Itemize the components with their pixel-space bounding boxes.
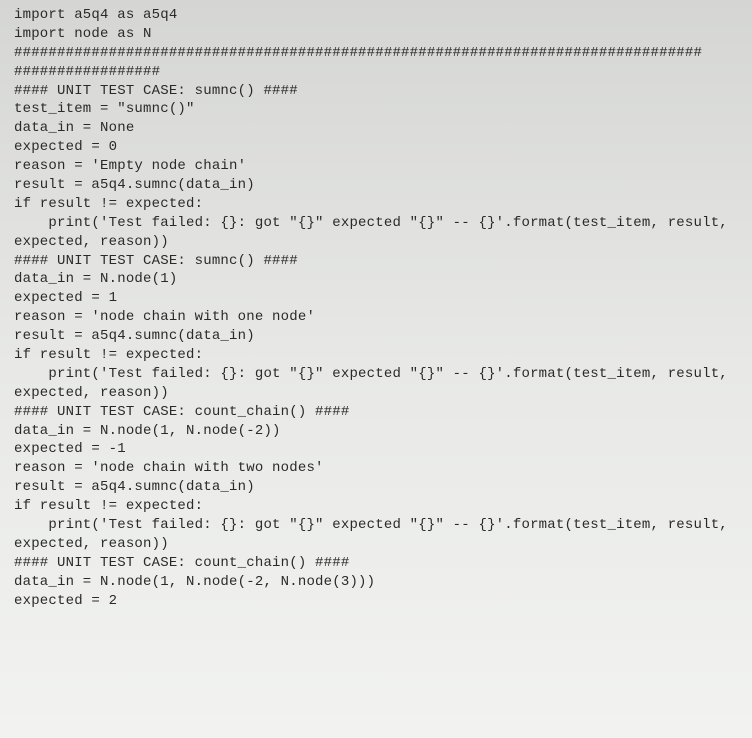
code-line: ################# xyxy=(14,63,738,82)
code-line: #### UNIT TEST CASE: count_chain() #### xyxy=(14,554,738,573)
code-line: expected = 1 xyxy=(14,289,738,308)
code-line: data_in = N.node(1, N.node(-2)) xyxy=(14,422,738,441)
code-line: reason = 'node chain with two nodes' xyxy=(14,459,738,478)
code-line: if result != expected: xyxy=(14,346,738,365)
code-line: result = a5q4.sumnc(data_in) xyxy=(14,327,738,346)
code-line: print('Test failed: {}: got "{}" expecte… xyxy=(14,214,738,233)
code-line: result = a5q4.sumnc(data_in) xyxy=(14,176,738,195)
code-line: expected = -1 xyxy=(14,440,738,459)
code-line: expected, reason)) xyxy=(14,233,738,252)
code-line: ########################################… xyxy=(14,44,738,63)
code-line: result = a5q4.sumnc(data_in) xyxy=(14,478,738,497)
code-line: reason = 'Empty node chain' xyxy=(14,157,738,176)
code-line: reason = 'node chain with one node' xyxy=(14,308,738,327)
code-line: expected, reason)) xyxy=(14,384,738,403)
code-line: print('Test failed: {}: got "{}" expecte… xyxy=(14,516,738,535)
code-line: print('Test failed: {}: got "{}" expecte… xyxy=(14,365,738,384)
code-line: expected = 0 xyxy=(14,138,738,157)
code-line: #### UNIT TEST CASE: sumnc() #### xyxy=(14,82,738,101)
code-line: data_in = None xyxy=(14,119,738,138)
code-line: test_item = "sumnc()" xyxy=(14,100,738,119)
code-line: #### UNIT TEST CASE: sumnc() #### xyxy=(14,252,738,271)
code-line: expected = 2 xyxy=(14,592,738,611)
code-line: expected, reason)) xyxy=(14,535,738,554)
code-line: import node as N xyxy=(14,25,738,44)
code-line: import a5q4 as a5q4 xyxy=(14,6,738,25)
code-line: #### UNIT TEST CASE: count_chain() #### xyxy=(14,403,738,422)
code-document: import a5q4 as a5q4 import node as N ###… xyxy=(14,6,738,611)
code-line: if result != expected: xyxy=(14,195,738,214)
code-line: data_in = N.node(1, N.node(-2, N.node(3)… xyxy=(14,573,738,592)
code-line: data_in = N.node(1) xyxy=(14,270,738,289)
code-line: if result != expected: xyxy=(14,497,738,516)
